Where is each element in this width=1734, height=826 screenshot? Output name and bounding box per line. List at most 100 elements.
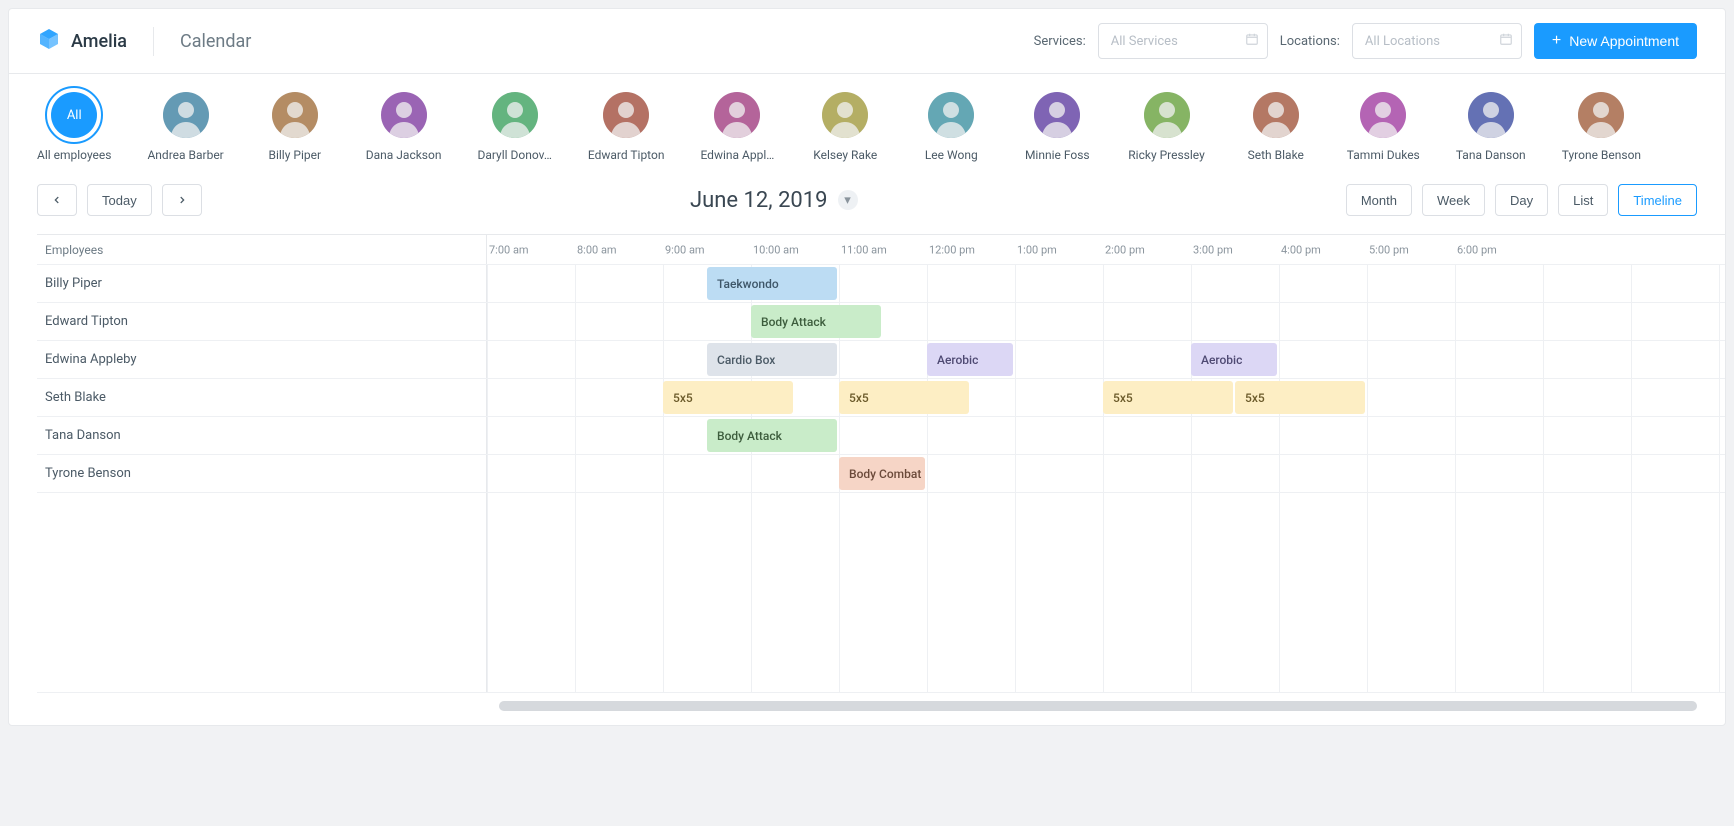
employee-chip[interactable]: Tyrone Benson [1562,92,1641,162]
hour-label: 7:00 am [489,243,529,256]
hour-label: 8:00 am [577,243,617,256]
timeline-row-track[interactable]: Cardio Box Aerobic Aerobic [487,341,1725,378]
timeline-event[interactable]: Body Attack [707,419,837,452]
employee-chip[interactable]: Ricky Pressley [1128,92,1205,162]
view-day-button[interactable]: Day [1495,184,1548,216]
employee-chip[interactable]: Andrea Barber [147,92,223,162]
timeline-scroll[interactable]: Employees 7:00 am 8:00 am 9:00 am 10:00 am 1… [37,235,1725,693]
locations-select-placeholder: All Locations [1365,34,1440,49]
timeline-row: Edwina Appleby Cardio Box Aerobic Aerobic [37,341,1725,379]
timeline-event[interactable]: Aerobic [1191,343,1277,376]
avatar [714,92,760,138]
page-title: Calendar [154,31,251,52]
employee-chip-label: Tana Danson [1456,148,1526,162]
avatar [1144,92,1190,138]
employee-chip[interactable]: Kelsey Rake [810,92,880,162]
employee-chip-all[interactable]: All All employees [37,92,111,162]
timeline-filler [37,493,1725,693]
avatar [381,92,427,138]
timeline-event[interactable]: 5x5 [1103,381,1233,414]
timeline-row-employee: Billy Piper [37,265,487,302]
new-appointment-label: New Appointment [1569,33,1679,49]
employee-chip-label: Andrea Barber [147,148,223,162]
brand-name: Amelia [71,31,127,52]
avatar [928,92,974,138]
hour-label: 11:00 am [841,243,887,256]
next-button[interactable] [162,184,202,216]
avatar [163,92,209,138]
employee-chip[interactable]: Dana Jackson [366,92,442,162]
employee-strip: All All employees Andrea Barber Billy Pip… [9,74,1725,174]
timeline-row: Billy Piper Taekwondo [37,265,1725,303]
timeline-row-track[interactable]: 5x55x55x55x5 [487,379,1725,416]
employee-chip-label: Edward Tipton [588,148,665,162]
view-week-button[interactable]: Week [1422,184,1485,216]
employee-chip[interactable]: Tammi Dukes [1347,92,1420,162]
employee-chip[interactable]: Minnie Foss [1022,92,1092,162]
locations-select[interactable]: All Locations [1352,23,1522,59]
employee-chip-label: Tammi Dukes [1347,148,1420,162]
avatar [1253,92,1299,138]
view-month-button[interactable]: Month [1346,184,1412,216]
employee-chip-label: Edwina Appl… [700,148,774,162]
hour-label: 6:00 pm [1457,243,1497,256]
brand-logo-icon [37,27,61,56]
timeline-row-track[interactable]: Taekwondo [487,265,1725,302]
timeline-row-track[interactable]: Body Attack [487,303,1725,340]
view-list-button[interactable]: List [1558,184,1608,216]
employee-chip[interactable]: Daryll Donov… [477,92,551,162]
timeline-event[interactable]: 5x5 [839,381,969,414]
avatar [1468,92,1514,138]
timeline-event[interactable]: Body Combat [839,457,925,490]
services-select-placeholder: All Services [1111,34,1178,49]
timeline-row-employee: Tana Danson [37,417,487,454]
employee-chip-label: Billy Piper [268,148,321,162]
hour-label: 4:00 pm [1281,243,1321,256]
avatar [822,92,868,138]
timeline-event[interactable]: Taekwondo [707,267,837,300]
employee-chip[interactable]: Edwina Appl… [700,92,774,162]
employee-chip[interactable]: Seth Blake [1241,92,1311,162]
view-timeline-button[interactable]: Timeline [1618,184,1697,216]
timeline-event[interactable]: 5x5 [663,381,793,414]
hour-label: 3:00 pm [1193,243,1233,256]
avatar [1034,92,1080,138]
services-select[interactable]: All Services [1098,23,1268,59]
timeline-row-track[interactable]: Body Attack [487,417,1725,454]
hour-label: 9:00 am [665,243,705,256]
timeline-event[interactable]: Cardio Box [707,343,837,376]
app-header: Amelia Calendar Services: All Services L… [9,9,1725,74]
timeline-horizontal-scrollbar[interactable] [499,701,1697,715]
calendar-icon [1499,32,1513,50]
chevron-right-icon [177,193,187,208]
date-picker-toggle[interactable]: ▾ [838,190,858,210]
timeline-row-track[interactable]: Body Combat [487,455,1725,492]
timeline-event[interactable]: 5x5 [1235,381,1365,414]
timeline-row: Tyrone BensonBody Combat [37,455,1725,493]
services-filter-label: Services: [1034,34,1086,49]
timeline-employees-header: Employees [37,235,487,264]
employee-chip[interactable]: Lee Wong [916,92,986,162]
employee-chip-label: Kelsey Rake [813,148,877,162]
timeline-row-employee: Edwina Appleby [37,341,487,378]
employee-chip-label: Seth Blake [1248,148,1304,162]
employee-chip[interactable]: Tana Danson [1456,92,1526,162]
timeline-row: Tana Danson Body Attack [37,417,1725,455]
avatar [1360,92,1406,138]
employee-chip-label: Lee Wong [925,148,978,162]
hour-label: 2:00 pm [1105,243,1145,256]
employee-chip[interactable]: Edward Tipton [588,92,665,162]
new-appointment-button[interactable]: + New Appointment [1534,23,1697,59]
timeline-row: Seth Blake5x55x55x55x5 [37,379,1725,417]
hour-label: 10:00 am [753,243,799,256]
calendar-icon [1245,32,1259,50]
timeline-hour-labels: 7:00 am8:00 am9:00 am10:00 am11:00 am12:… [487,235,1725,264]
today-button[interactable]: Today [87,184,152,216]
locations-filter-label: Locations: [1280,34,1340,49]
employee-chip-label: Dana Jackson [366,148,442,162]
timeline-event[interactable]: Body Attack [751,305,881,338]
prev-button[interactable] [37,184,77,216]
employee-chip[interactable]: Billy Piper [260,92,330,162]
timeline-row: Edward TiptonBody Attack [37,303,1725,341]
timeline-event[interactable]: Aerobic [927,343,1013,376]
